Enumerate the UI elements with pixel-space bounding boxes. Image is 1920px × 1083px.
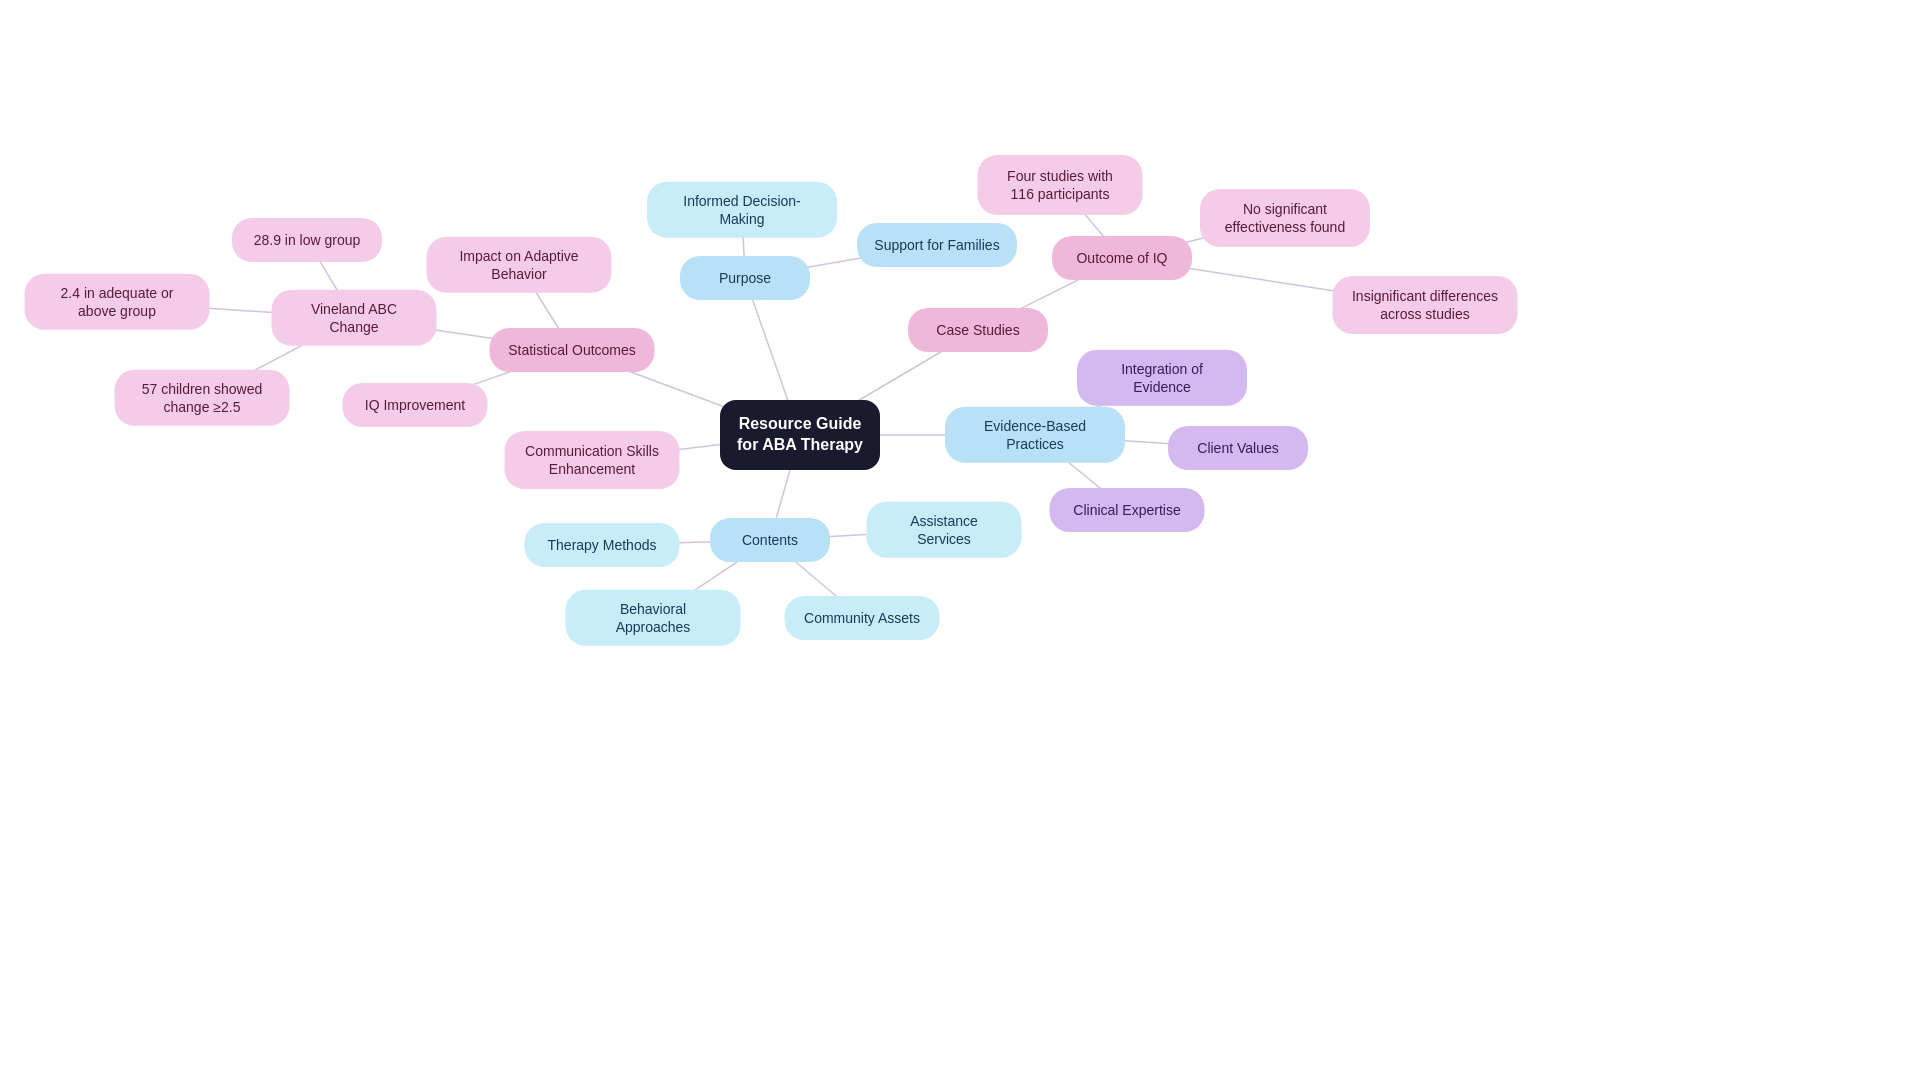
node-four_studies[interactable]: Four studies with 116 participants <box>978 155 1143 215</box>
node-no_significant[interactable]: No significant effectiveness found <box>1200 189 1370 247</box>
node-support_families[interactable]: Support for Families <box>857 223 1017 267</box>
node-evidence_based[interactable]: Evidence-Based Practices <box>945 407 1125 463</box>
node-vineland_abc[interactable]: Vineland ABC Change <box>272 290 437 346</box>
node-integration_evidence[interactable]: Integration of Evidence <box>1077 350 1247 406</box>
node-case_studies[interactable]: Case Studies <box>908 308 1048 352</box>
mind-map-container: Resource Guide for ABA Therapy Purpose Inf… <box>0 0 1920 1083</box>
node-therapy_methods[interactable]: Therapy Methods <box>525 523 680 567</box>
node-behavioral_approaches[interactable]: Behavioral Approaches <box>566 590 741 646</box>
node-statistical_outcomes[interactable]: Statistical Outcomes <box>490 328 655 372</box>
node-insignificant_diff[interactable]: Insignificant differences across studies <box>1333 276 1518 334</box>
node-twenty_eight_nine[interactable]: 28.9 in low group <box>232 218 382 262</box>
node-outcome_iq[interactable]: Outcome of IQ <box>1052 236 1192 280</box>
node-comm_skills[interactable]: Communication Skills Enhancement <box>505 431 680 489</box>
node-center[interactable]: Resource Guide for ABA Therapy <box>720 400 880 470</box>
node-contents[interactable]: Contents <box>710 518 830 562</box>
node-two_four[interactable]: 2.4 in adequate or above group <box>25 274 210 330</box>
node-fifty_seven[interactable]: 57 children showed change ≥2.5 <box>115 370 290 426</box>
node-assistance_services[interactable]: Assistance Services <box>867 502 1022 558</box>
node-informed_decision[interactable]: Informed Decision-Making <box>647 182 837 238</box>
node-purpose[interactable]: Purpose <box>680 256 810 300</box>
node-clinical_expertise[interactable]: Clinical Expertise <box>1050 488 1205 532</box>
node-iq_improvement[interactable]: IQ Improvement <box>343 383 488 427</box>
node-community_assets[interactable]: Community Assets <box>785 596 940 640</box>
node-impact_adaptive[interactable]: Impact on Adaptive Behavior <box>427 237 612 293</box>
node-client_values[interactable]: Client Values <box>1168 426 1308 470</box>
